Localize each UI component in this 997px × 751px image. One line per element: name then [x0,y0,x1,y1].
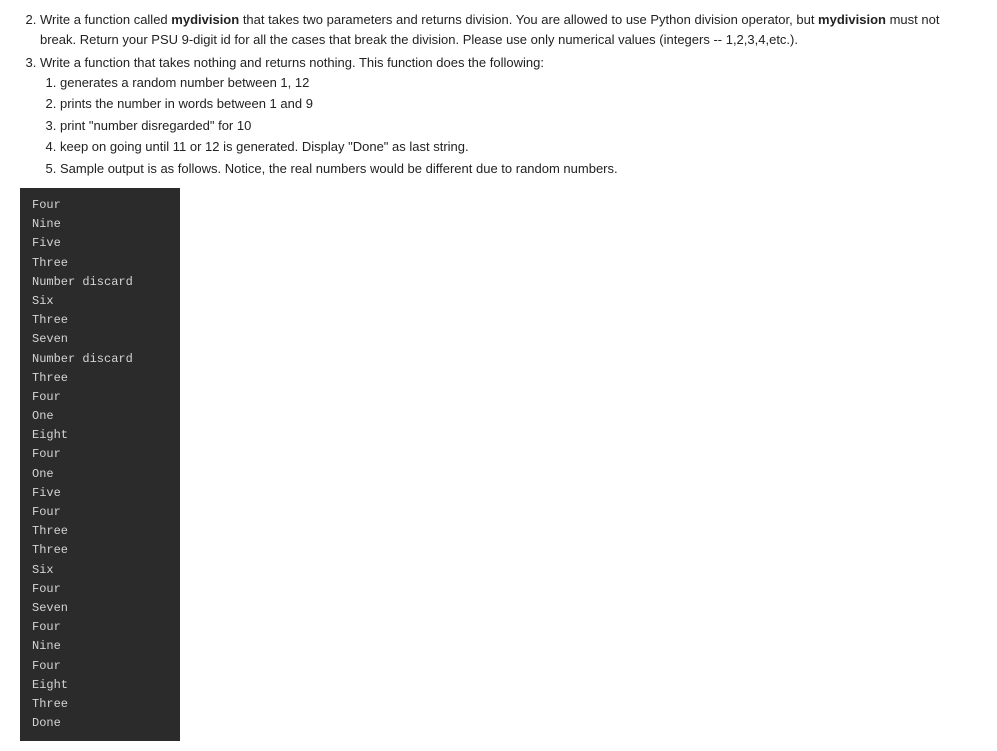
output-line: Number discard [32,350,168,369]
output-line: Seven [32,599,168,618]
output-line: Seven [32,330,168,349]
output-line: Four [32,196,168,215]
output-line: Four [32,445,168,464]
instruction-item-3: Write a function that takes nothing and … [40,53,977,178]
mydivision-bold-1: mydivision [171,12,239,27]
output-line: Nine [32,637,168,656]
subitem-4: keep on going until 11 or 12 is generate… [60,137,977,157]
output-line: Four [32,388,168,407]
output-line: Four [32,618,168,637]
output-line: Four [32,580,168,599]
output-line: Three [32,254,168,273]
output-line: Done [32,714,168,733]
output-line: Three [32,522,168,541]
output-line: Six [32,292,168,311]
output-line: Nine [32,215,168,234]
output-line: Five [32,234,168,253]
output-line: One [32,465,168,484]
instruction-3-text: Write a function that takes nothing and … [40,55,544,70]
subitem-2: prints the number in words between 1 and… [60,94,977,114]
output-line: Three [32,695,168,714]
subitem-1: generates a random number between 1, 12 [60,73,977,93]
output-line: Three [32,541,168,560]
output-line: Four [32,503,168,522]
output-line: Number discard [32,273,168,292]
subitem-3: print "number disregarded" for 10 [60,116,977,136]
instruction-item-2: Write a function called mydivision that … [40,10,977,49]
instruction-2-text: Write a function called mydivision that … [40,12,939,47]
output-line: Six [32,561,168,580]
output-box: FourNineFiveThreeNumber discardSixThreeS… [20,188,180,741]
output-line: Three [32,369,168,388]
subitem-5: Sample output is as follows. Notice, the… [60,159,977,179]
mydivision-bold-2: mydivision [818,12,886,27]
output-line: Four [32,657,168,676]
output-line: Eight [32,676,168,695]
output-line: Three [32,311,168,330]
output-line: Eight [32,426,168,445]
instructions-section: Write a function called mydivision that … [20,10,977,178]
instruction-3-subitems: generates a random number between 1, 12 … [40,73,977,179]
output-line: Five [32,484,168,503]
output-line: One [32,407,168,426]
